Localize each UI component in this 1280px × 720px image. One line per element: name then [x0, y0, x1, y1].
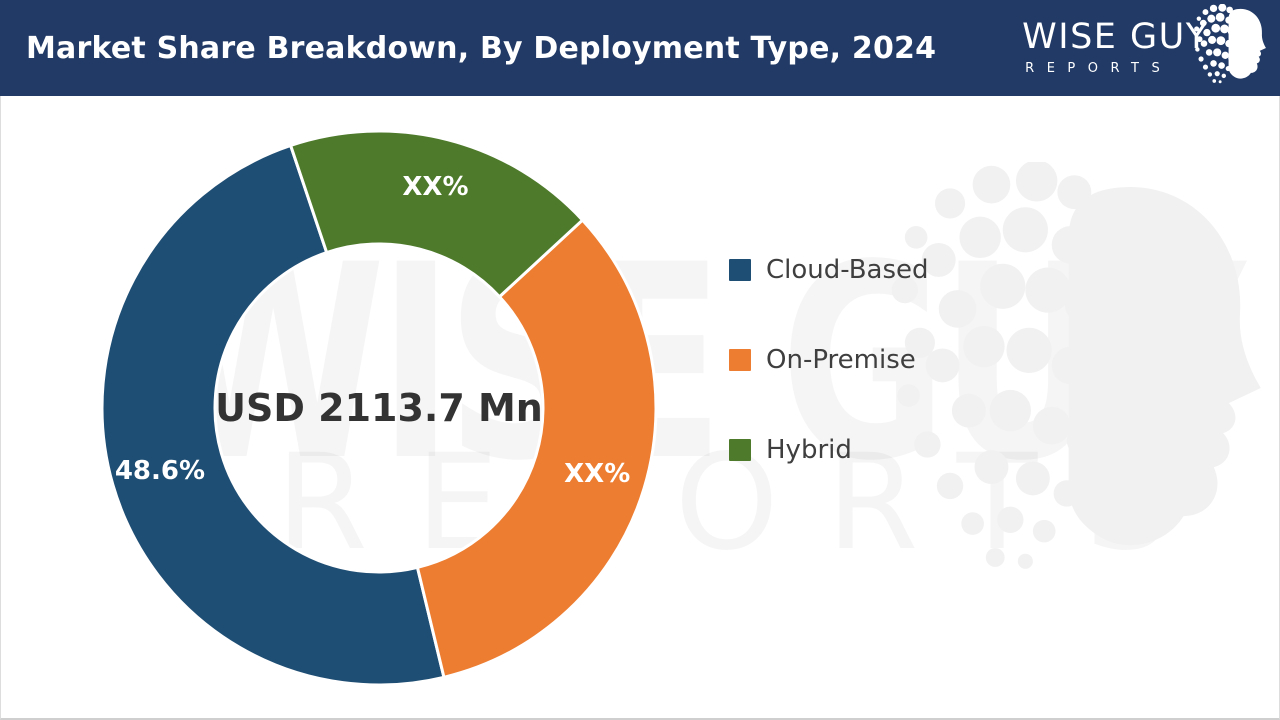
- legend-item-hybrid: Hybrid: [729, 434, 929, 466]
- legend-label: Hybrid: [766, 435, 852, 465]
- legend-swatch-cloud-based: [729, 259, 751, 281]
- logo-wordmark: WISE GUY: [1022, 17, 1209, 57]
- pie-slice-label: XX%: [564, 459, 630, 489]
- legend-swatch-on-premise: [729, 349, 751, 371]
- face-profile-dots-icon: [1193, 4, 1266, 84]
- wiseguy-logo: WISE GUY REPORTS: [1022, 4, 1266, 92]
- chart-center-value: USD 2113.7 Mn: [215, 386, 543, 430]
- donut-chart: 48.6% XX% XX%: [100, 129, 658, 687]
- pie-slice-label: 48.6%: [115, 456, 205, 486]
- legend-item-on-premise: On-Premise: [729, 344, 929, 376]
- pie-slice-label: XX%: [402, 172, 468, 202]
- page-title: Market Share Breakdown, By Deployment Ty…: [26, 30, 937, 66]
- pie-slice-on-premise: [415, 218, 658, 679]
- logo-subtext: REPORTS: [1025, 61, 1173, 76]
- chart-legend: Cloud-Based On-Premise Hybrid: [729, 254, 929, 466]
- report-canvas: Market Share Breakdown, By Deployment Ty…: [0, 0, 1280, 720]
- chart-area: WISE GUY REPORTS 48.6% XX% XX% USD 2113.7 …: [0, 96, 1280, 720]
- header-bar: Market Share Breakdown, By Deployment Ty…: [0, 0, 1280, 96]
- legend-label: Cloud-Based: [766, 255, 929, 285]
- legend-item-cloud-based: Cloud-Based: [729, 254, 929, 286]
- legend-swatch-hybrid: [729, 439, 751, 461]
- legend-label: On-Premise: [766, 345, 916, 375]
- logo-text: WISE GUY REPORTS: [1022, 17, 1209, 77]
